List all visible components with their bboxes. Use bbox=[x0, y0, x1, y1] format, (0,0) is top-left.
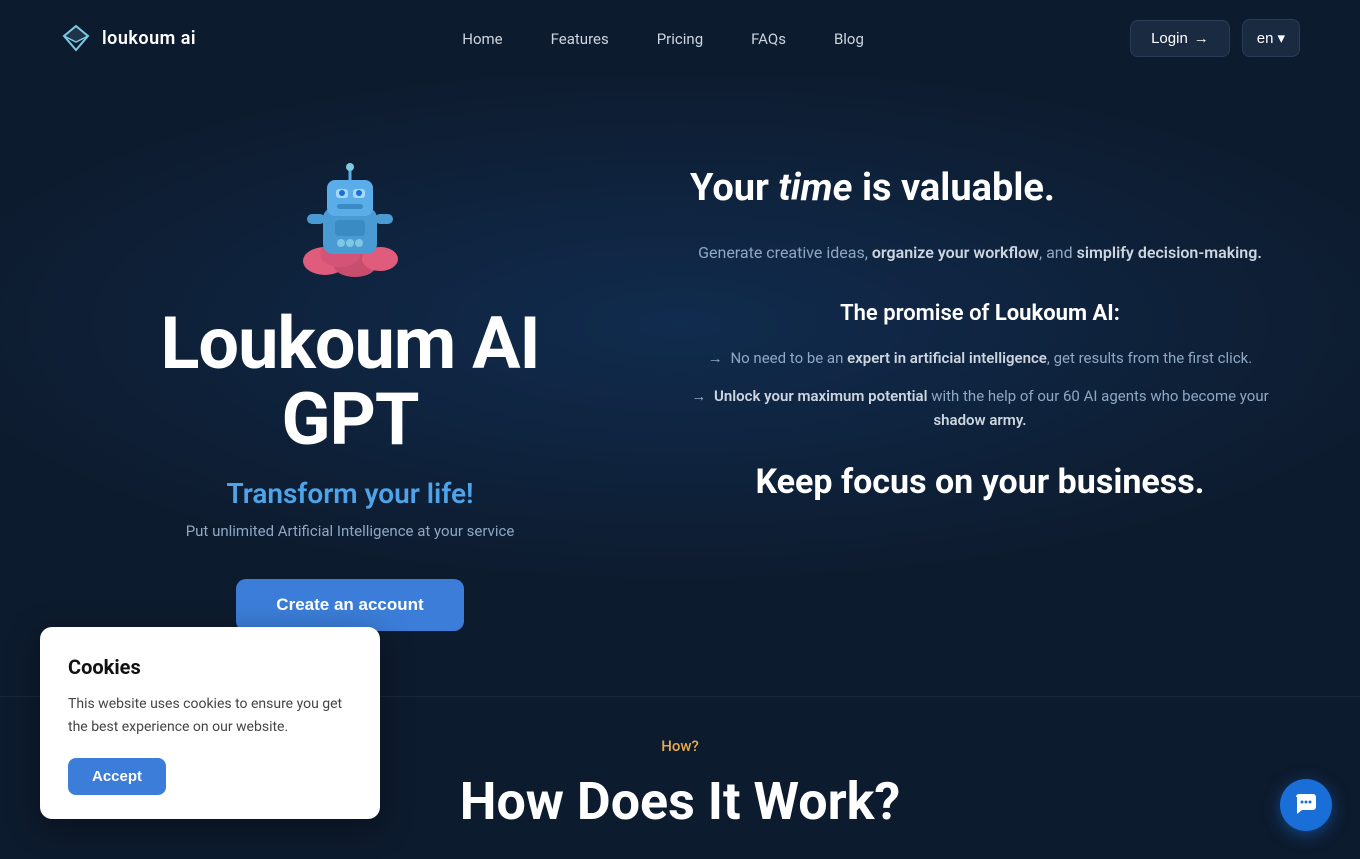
logo-icon bbox=[60, 22, 92, 54]
cookie-title: Cookies bbox=[68, 655, 352, 679]
nav-faqs[interactable]: FAQs bbox=[751, 30, 786, 48]
focus-title: Keep focus on your business. bbox=[690, 462, 1270, 503]
create-account-button[interactable]: Create an account bbox=[236, 579, 463, 631]
logo-text: loukoum ai bbox=[102, 28, 196, 49]
hero-section: Loukoum AI GPT Transform your life! Put … bbox=[0, 76, 1360, 696]
nav-blog[interactable]: Blog bbox=[834, 30, 864, 48]
promise-item-1: → No need to be an expert in artificial … bbox=[690, 346, 1270, 370]
hero-left: Loukoum AI GPT Transform your life! Put … bbox=[90, 136, 610, 631]
hero-right: Your time is valuable. Generate creative… bbox=[690, 136, 1270, 503]
hero-subtitle: Transform your life! bbox=[226, 477, 473, 510]
promise-list: → No need to be an expert in artificial … bbox=[690, 346, 1270, 432]
login-button[interactable]: Login → bbox=[1130, 20, 1230, 57]
value-title-text: Your time is valuable. bbox=[690, 166, 1055, 210]
hero-value-title: Your time is valuable. bbox=[690, 166, 1270, 212]
hero-tagline: Generate creative ideas, organize your w… bbox=[690, 240, 1270, 266]
chevron-down-icon: ▾ bbox=[1277, 29, 1285, 47]
navbar: loukoum ai Home Features Pricing FAQs Bl… bbox=[0, 0, 1360, 76]
cookie-banner: Cookies This website uses cookies to ens… bbox=[40, 627, 380, 819]
cookie-text: This website uses cookies to ensure you … bbox=[68, 693, 352, 738]
hero-desc: Put unlimited Artificial Intelligence at… bbox=[186, 520, 515, 543]
chat-bubble-button[interactable] bbox=[1280, 779, 1332, 831]
promise-title: The promise of Loukoum AI: bbox=[690, 301, 1270, 326]
nav-links: Home Features Pricing FAQs Blog bbox=[462, 29, 864, 48]
mascot-icon bbox=[285, 156, 415, 286]
hero-title: Loukoum AI GPT bbox=[90, 306, 610, 457]
promise-item-2: → Unlock your maximum potential with the… bbox=[690, 384, 1270, 432]
lang-label: en bbox=[1257, 30, 1274, 47]
nav-right: Login → en ▾ bbox=[1130, 19, 1300, 57]
nav-pricing[interactable]: Pricing bbox=[657, 30, 703, 48]
language-selector[interactable]: en ▾ bbox=[1242, 19, 1300, 57]
cookie-accept-button[interactable]: Accept bbox=[68, 758, 166, 795]
login-arrow-icon: → bbox=[1194, 30, 1209, 47]
login-label: Login bbox=[1151, 30, 1188, 47]
logo[interactable]: loukoum ai bbox=[60, 22, 196, 54]
focus-title-text: Keep focus on your business. bbox=[755, 462, 1204, 502]
nav-home[interactable]: Home bbox=[462, 30, 502, 48]
chat-icon bbox=[1293, 792, 1319, 818]
nav-features[interactable]: Features bbox=[551, 30, 609, 48]
